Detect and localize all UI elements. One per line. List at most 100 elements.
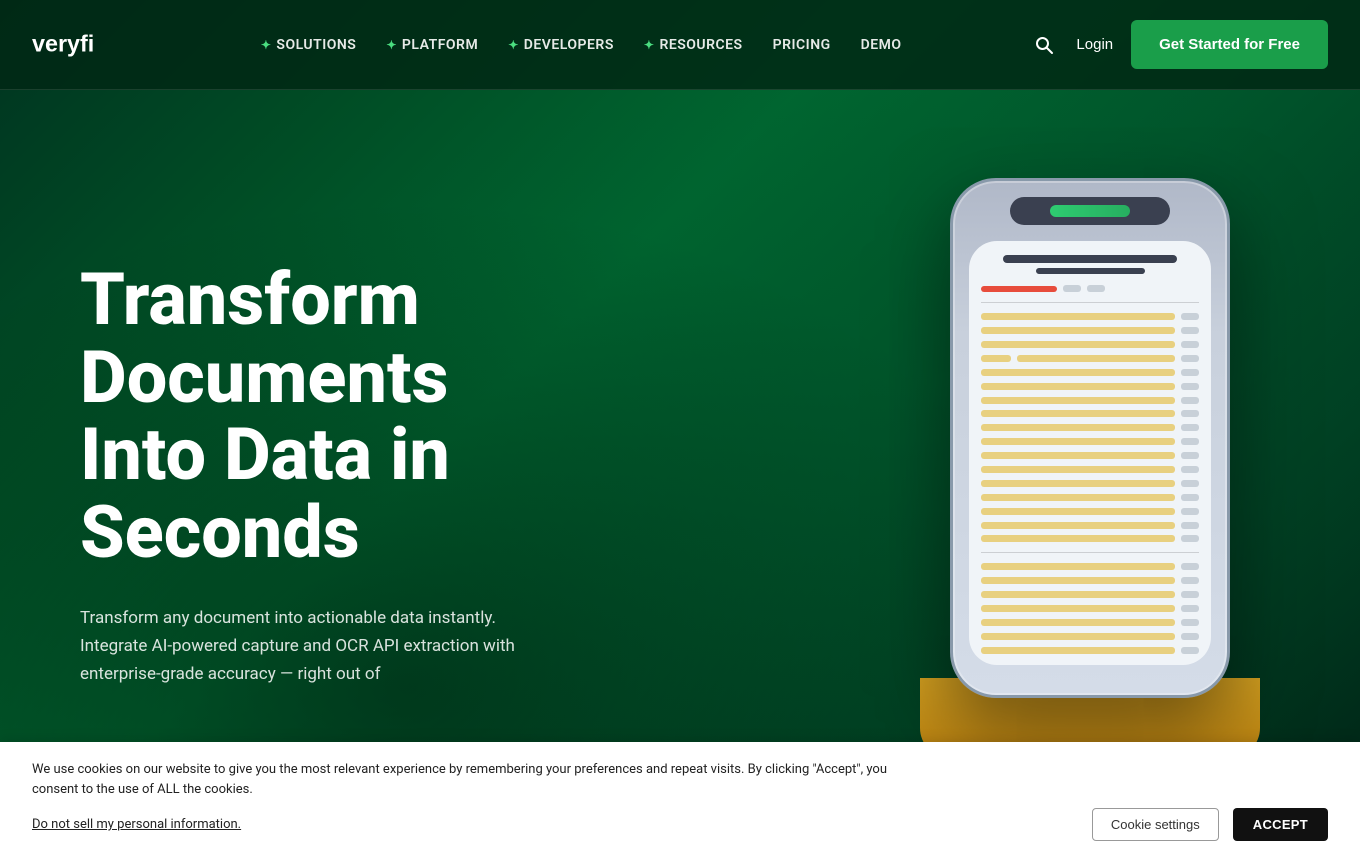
get-started-button[interactable]: Get Started for Free <box>1131 20 1328 69</box>
cookie-actions: Cookie settings ACCEPT <box>1092 808 1328 841</box>
navbar: veryfi ✦ SOLUTIONS ✦ PLATFORM ✦ DEVELOPE… <box>0 0 1360 90</box>
receipt-row-3 <box>981 340 1199 349</box>
receipt-bar-20b <box>1181 591 1199 598</box>
receipt-bar-22 <box>981 619 1175 626</box>
cookie-settings-button[interactable]: Cookie settings <box>1092 808 1219 841</box>
receipt-divider-2 <box>981 552 1199 553</box>
login-button[interactable]: Login <box>1076 36 1113 53</box>
svg-text:veryfi: veryfi <box>32 30 94 56</box>
receipt-bar-3b <box>1181 341 1199 348</box>
nav-resources[interactable]: ✦ RESOURCES <box>632 29 755 61</box>
spark-icon-developers: ✦ <box>508 38 519 52</box>
receipt-title-line <box>1003 255 1177 263</box>
spark-icon-solutions: ✦ <box>261 38 272 52</box>
phone-illustration <box>900 178 1280 738</box>
receipt-bar-18 <box>981 563 1175 570</box>
cookie-accept-button[interactable]: ACCEPT <box>1233 808 1328 841</box>
cookie-text: We use cookies on our website to give yo… <box>32 760 932 800</box>
nav-platform[interactable]: ✦ PLATFORM <box>374 29 490 61</box>
receipt-bar-6 <box>981 383 1175 390</box>
receipt-bar-19b <box>1181 577 1199 584</box>
receipt-row-24 <box>981 646 1199 655</box>
receipt-row-23 <box>981 632 1199 641</box>
receipt-bar-11b <box>1181 452 1199 459</box>
receipt-bar-17 <box>981 535 1175 542</box>
receipt-row-19 <box>981 576 1199 585</box>
receipt-row-17 <box>981 535 1199 544</box>
receipt-bar-13b <box>1181 480 1199 487</box>
phone-screen <box>969 241 1211 665</box>
spark-icon-resources: ✦ <box>644 38 655 52</box>
receipt-bar-20 <box>981 591 1175 598</box>
nav-demo[interactable]: DEMO <box>849 29 914 61</box>
receipt-bar-2 <box>981 327 1175 334</box>
receipt-row-7 <box>981 396 1199 405</box>
search-button[interactable] <box>1030 31 1058 59</box>
receipt-bar-13 <box>981 480 1175 487</box>
receipt-bar-15b <box>1181 508 1199 515</box>
cookie-bottom-row: Do not sell my personal information. Coo… <box>32 808 1328 841</box>
receipt-bar-14b <box>1181 494 1199 501</box>
receipt-row-12 <box>981 465 1199 474</box>
hero-section: Transform Documents Into Data in Seconds… <box>0 0 1360 859</box>
receipt-bar-23 <box>981 633 1175 640</box>
receipt-bar-18b <box>1181 563 1199 570</box>
receipt-bar-1 <box>981 313 1175 320</box>
receipt-row-10 <box>981 437 1199 446</box>
receipt-row-2 <box>981 326 1199 335</box>
receipt-bar-3 <box>981 341 1175 348</box>
receipt-bar-7 <box>981 397 1175 404</box>
phone-notch <box>1010 197 1170 225</box>
receipt-bar-8b <box>1181 410 1199 417</box>
receipt-bar-23b <box>1181 633 1199 640</box>
hero-description: Transform any document into actionable d… <box>80 604 520 688</box>
receipt-row-5 <box>981 368 1199 377</box>
receipt-row-4 <box>981 354 1199 363</box>
receipt-row-11 <box>981 451 1199 460</box>
phone-notch-pill <box>1050 205 1130 217</box>
receipt-red-bar <box>981 286 1057 292</box>
receipt-bar-10b <box>1181 438 1199 445</box>
receipt-bar-12 <box>981 466 1175 473</box>
receipt-bar-11 <box>981 452 1175 459</box>
receipt-bar-5b <box>1181 369 1199 376</box>
receipt-gray-bar-1 <box>1063 285 1081 292</box>
phone-body <box>950 178 1230 698</box>
spark-icon-platform: ✦ <box>386 38 397 52</box>
receipt-header <box>981 255 1199 274</box>
cookie-privacy-link[interactable]: Do not sell my personal information. <box>32 817 241 832</box>
receipt-bar-21b <box>1181 605 1199 612</box>
receipt-bar-1b <box>1181 313 1199 320</box>
receipt-row-8 <box>981 410 1199 419</box>
receipt-bar-6b <box>1181 383 1199 390</box>
receipt-bar-15 <box>981 508 1175 515</box>
receipt-row-18 <box>981 562 1199 571</box>
receipt-bar-16b <box>1181 522 1199 529</box>
receipt-bar-9b <box>1181 424 1199 431</box>
receipt-bar-7b <box>1181 397 1199 404</box>
hero-content: Transform Documents Into Data in Seconds… <box>0 181 600 768</box>
nav-developers[interactable]: ✦ DEVELOPERS <box>496 29 626 61</box>
receipt-bar-4b <box>1017 355 1175 362</box>
receipt-bar-4 <box>981 355 1011 362</box>
receipt-row-22 <box>981 618 1199 627</box>
receipt-subtitle-line <box>1036 268 1145 274</box>
receipt-bar-12b <box>1181 466 1199 473</box>
receipt-bar-24 <box>981 647 1175 654</box>
nav-pricing[interactable]: PRICING <box>761 29 843 61</box>
receipt-bar-10 <box>981 438 1175 445</box>
nav-actions: Login Get Started for Free <box>1030 20 1328 69</box>
nav-solutions[interactable]: ✦ SOLUTIONS <box>249 29 369 61</box>
receipt-bar-17b <box>1181 535 1199 542</box>
nav-menu: ✦ SOLUTIONS ✦ PLATFORM ✦ DEVELOPERS ✦ RE… <box>249 29 914 61</box>
receipt-gray-bar-2 <box>1087 285 1105 292</box>
logo[interactable]: veryfi <box>32 25 132 65</box>
receipt-row-16 <box>981 521 1199 530</box>
receipt-row-13 <box>981 479 1199 488</box>
receipt-bar-4c <box>1181 355 1199 362</box>
receipt-row-9 <box>981 423 1199 432</box>
receipt-bar-16 <box>981 522 1175 529</box>
receipt-bar-14 <box>981 494 1175 501</box>
receipt-row-1 <box>981 312 1199 321</box>
receipt-bar-2b <box>1181 327 1199 334</box>
